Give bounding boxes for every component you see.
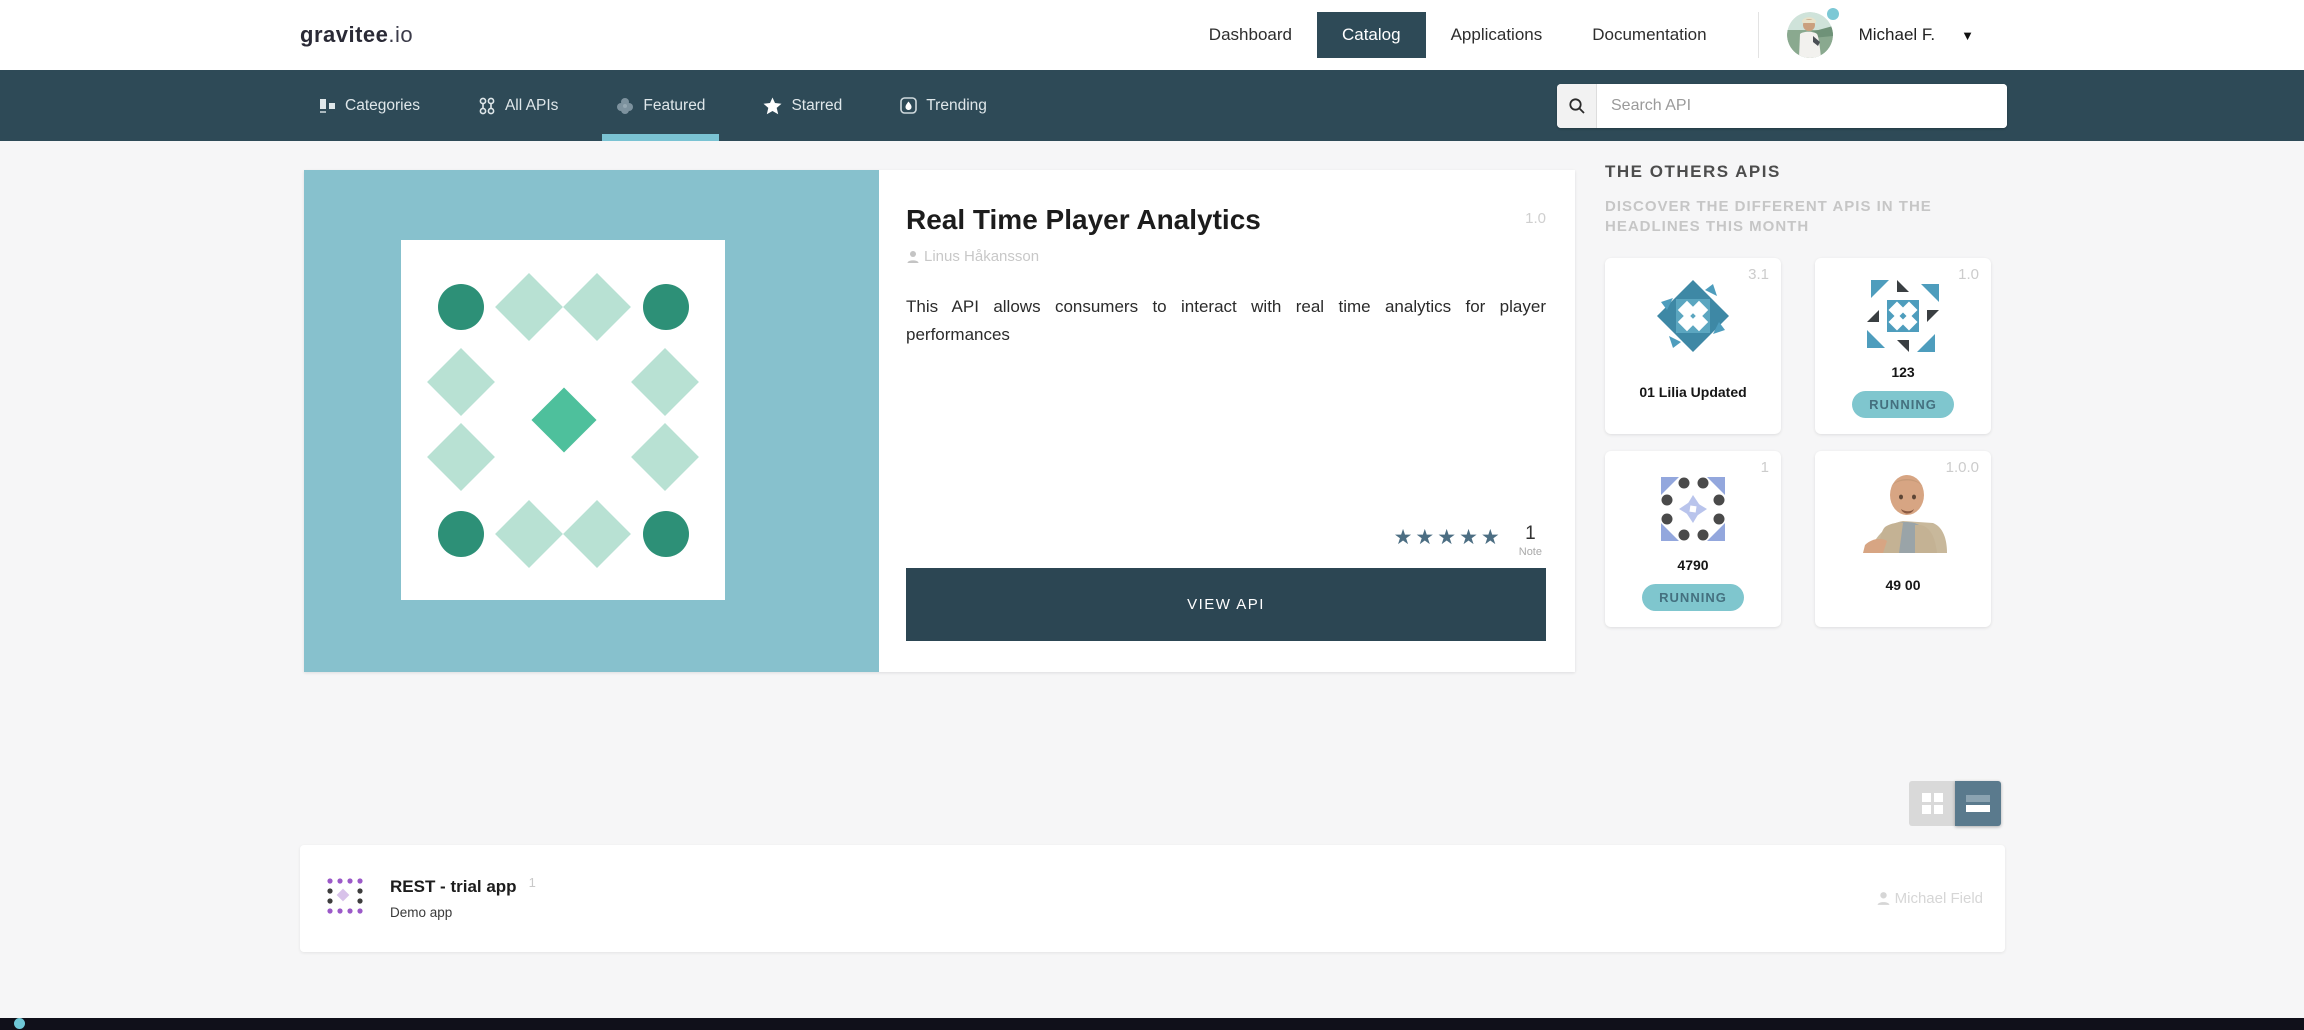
subnav-item-featured[interactable]: Featured (602, 70, 719, 141)
api-card-123[interactable]: 1.0 (1815, 258, 1991, 434)
nav-item-applications[interactable]: Applications (1426, 12, 1568, 58)
top-header: gravitee.io Dashboard Catalog Applicatio… (0, 0, 2304, 70)
gravitee-logo[interactable]: gravitee.io (300, 22, 413, 48)
api-name: 4790 (1677, 557, 1708, 573)
status-badge: RUNNING (1642, 584, 1744, 611)
grid-view-button[interactable] (1909, 781, 1955, 826)
header-divider (1758, 12, 1759, 58)
app-owner-name: Michael Field (1895, 890, 1983, 907)
person-icon (906, 250, 920, 264)
star-icon (763, 97, 782, 115)
featured-api-description: This API allows consumers to interact wi… (906, 293, 1546, 348)
all-apis-icon (478, 97, 496, 115)
view-mode-toggle (1909, 781, 2001, 826)
subnav-label: All APIs (505, 97, 558, 115)
app-count: 1 (529, 875, 536, 890)
featured-icon (616, 97, 634, 115)
subnav-item-trending[interactable]: Trending (886, 70, 1001, 141)
categories-icon (319, 97, 336, 114)
app-row-rest-trial-app[interactable]: REST - trial app 1 Demo app Michael Fiel… (300, 845, 2005, 952)
api-version: 1 (1761, 459, 1769, 476)
view-api-button[interactable]: VIEW API (906, 568, 1546, 641)
others-apis-panel: THE OTHERS APIS DISCOVER THE DIFFERENT A… (1605, 162, 2005, 627)
app-dots-icon (322, 873, 368, 924)
user-name[interactable]: Michael F. (1859, 25, 1936, 45)
top-nav: Dashboard Catalog Applications Documenta… (1184, 0, 1732, 70)
rating-row: ★★★★★ 1 Note (1394, 525, 1542, 558)
owner-photo (1855, 467, 1951, 551)
api-name: 123 (1891, 364, 1914, 380)
search-box (1557, 84, 2007, 128)
logo-text-light: .io (388, 22, 413, 47)
subnav-label: Starred (791, 97, 842, 115)
api-version: 3.1 (1748, 266, 1769, 283)
dots-pinwheel-icon (1653, 467, 1733, 551)
search-input[interactable] (1597, 84, 2007, 128)
subnav-item-all-apis[interactable]: All APIs (464, 70, 572, 141)
subnav-label: Trending (926, 97, 987, 115)
list-view-button[interactable] (1955, 781, 2001, 826)
featured-api-image[interactable] (304, 170, 879, 672)
featured-api-title[interactable]: Real Time Player Analytics (906, 204, 1261, 236)
featured-api-version: 1.0 (1525, 204, 1546, 227)
subnav-label: Categories (345, 97, 420, 115)
app-text-block: REST - trial app 1 Demo app (390, 877, 536, 920)
grid-view-icon (1922, 793, 1943, 814)
chat-widget-dot[interactable] (14, 1018, 25, 1029)
list-view-icon (1966, 795, 1990, 812)
featured-api-author: Linus Håkansson (906, 248, 1546, 265)
rating-stars[interactable]: ★★★★★ (1394, 525, 1503, 550)
api-version: 1.0.0 (1946, 459, 1979, 476)
api-version: 1.0 (1958, 266, 1979, 283)
search-icon (1557, 84, 1597, 128)
user-avatar[interactable] (1787, 12, 1833, 58)
avatar-image (1787, 12, 1833, 58)
subnav-label: Featured (643, 97, 705, 115)
api-name: 01 Lilia Updated (1639, 384, 1746, 400)
nav-item-catalog[interactable]: Catalog (1317, 12, 1426, 58)
subnav-item-categories[interactable]: Categories (305, 70, 434, 141)
api-name: 49 00 (1885, 577, 1920, 593)
pinwheel-blue-black-icon (1863, 274, 1943, 358)
app-name[interactable]: REST - trial app (390, 877, 517, 897)
logo-text-bold: gravitee (300, 22, 388, 47)
app-description: Demo app (390, 905, 536, 920)
rating-count-label: Note (1519, 546, 1542, 558)
others-apis-subtitle: DISCOVER THE DIFFERENT APIS IN THE HEADL… (1605, 197, 2005, 236)
user-menu-caret-icon[interactable]: ▼ (1961, 28, 1974, 43)
api-card-4790[interactable]: 1 (1605, 451, 1781, 627)
trending-icon (900, 97, 917, 114)
footer-bar (0, 1018, 2304, 1030)
author-name: Linus Håkansson (924, 248, 1039, 265)
api-card-49-00[interactable]: 1.0.0 49 00 (1815, 451, 1991, 627)
featured-api-body: Real Time Player Analytics 1.0 Linus Håk… (879, 170, 1575, 672)
rating-count: 1 (1525, 523, 1536, 545)
others-apis-title: THE OTHERS APIS (1605, 162, 2005, 182)
subnav-item-starred[interactable]: Starred (749, 70, 856, 141)
nav-item-documentation[interactable]: Documentation (1567, 12, 1731, 58)
app-owner: Michael Field (1876, 890, 1983, 907)
online-status-dot (1827, 8, 1839, 20)
nav-item-dashboard[interactable]: Dashboard (1184, 12, 1317, 58)
api-card-01-lilia-updated[interactable]: 3.1 01 Lilia Updated (1605, 258, 1781, 434)
catalog-subnav: Categories All APIs (0, 70, 2304, 141)
pinwheel-teal-icon (1651, 274, 1735, 358)
person-icon (1876, 891, 1891, 906)
others-apis-grid: 3.1 01 Lilia Updated (1605, 258, 2005, 627)
featured-api-card: Real Time Player Analytics 1.0 Linus Håk… (304, 170, 1575, 672)
status-badge: RUNNING (1852, 391, 1954, 418)
